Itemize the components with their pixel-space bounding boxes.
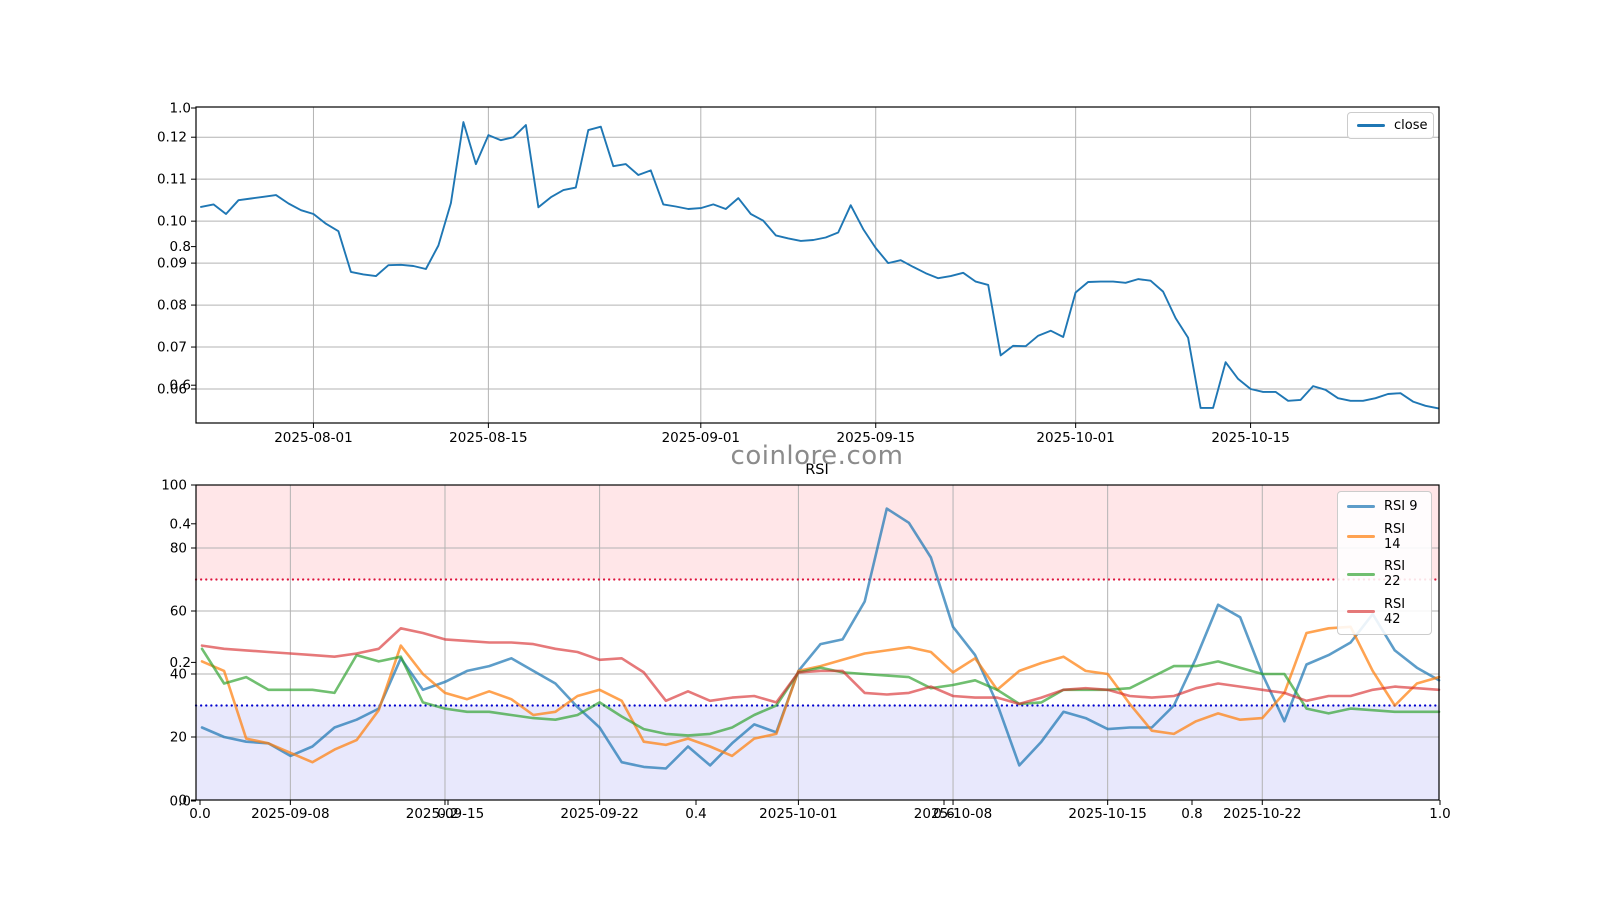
svg-text:0.09: 0.09	[157, 256, 187, 272]
svg-text:20: 20	[170, 730, 187, 746]
svg-text:0.4: 0.4	[170, 516, 191, 532]
rsi-legend: RSI 9 RSI 14 RSI 22 RSI 42	[1337, 491, 1432, 635]
svg-text:0.11: 0.11	[157, 172, 187, 188]
rsi-panel-title: RSI	[805, 462, 829, 478]
svg-text:2025-08-15: 2025-08-15	[449, 430, 527, 446]
svg-text:2025-08-01: 2025-08-01	[274, 430, 352, 446]
svg-text:80: 80	[170, 541, 187, 557]
svg-text:0.6: 0.6	[170, 378, 191, 394]
svg-text:60: 60	[170, 604, 187, 620]
svg-text:2025-09-01: 2025-09-01	[662, 430, 740, 446]
legend-label-rsi9: RSI 9	[1384, 499, 1418, 514]
svg-text:2025-10-22: 2025-10-22	[1223, 806, 1301, 822]
svg-text:0.4: 0.4	[685, 806, 706, 822]
svg-text:2025-10-15: 2025-10-15	[1068, 806, 1146, 822]
svg-text:0.2: 0.2	[170, 655, 191, 671]
svg-text:0.0: 0.0	[189, 806, 210, 822]
svg-text:2025-09-22: 2025-09-22	[560, 806, 638, 822]
svg-text:0.0: 0.0	[170, 794, 191, 810]
legend-label-rsi42: RSI 42	[1384, 596, 1406, 627]
svg-text:0.6: 0.6	[933, 806, 954, 822]
legend-item-rsi9: RSI 9	[1347, 499, 1422, 514]
svg-text:1.0: 1.0	[1429, 806, 1450, 822]
rsi14-line-swatch	[1347, 535, 1375, 538]
svg-text:100: 100	[161, 478, 187, 494]
svg-text:0.8: 0.8	[1181, 806, 1202, 822]
svg-text:0.10: 0.10	[157, 214, 187, 230]
svg-text:2025-09-08: 2025-09-08	[251, 806, 329, 822]
legend-item-rsi42: RSI 42	[1347, 597, 1422, 627]
svg-text:2025-10-01: 2025-10-01	[1036, 430, 1114, 446]
svg-text:0.8: 0.8	[170, 239, 191, 255]
price-legend: close	[1347, 112, 1434, 139]
svg-text:0.12: 0.12	[157, 130, 187, 146]
chart-figure: 2025-08-01 2025-08-15 2025-09-01 2025-09-15…	[0, 0, 1600, 900]
legend-label-rsi22: RSI 22	[1384, 559, 1406, 589]
rsi9-line-swatch	[1347, 505, 1375, 508]
legend-item-rsi14: RSI 14	[1347, 522, 1422, 552]
svg-text:1.0: 1.0	[170, 101, 191, 117]
legend-label-close: close	[1394, 118, 1428, 133]
legend-label-rsi14: RSI 14	[1384, 521, 1406, 552]
legend-item-close: close	[1357, 118, 1427, 133]
legend-item-rsi22: RSI 22	[1347, 559, 1422, 589]
rsi22-line-swatch	[1347, 572, 1375, 576]
svg-text:0.07: 0.07	[157, 340, 187, 356]
svg-text:2025-10-01: 2025-10-01	[759, 806, 837, 822]
rsi42-line-swatch	[1347, 610, 1375, 613]
svg-text:2025-10-15: 2025-10-15	[1211, 430, 1289, 446]
close-line-swatch	[1357, 124, 1385, 127]
svg-text:0.08: 0.08	[157, 298, 187, 314]
svg-text:0.2: 0.2	[437, 806, 458, 822]
